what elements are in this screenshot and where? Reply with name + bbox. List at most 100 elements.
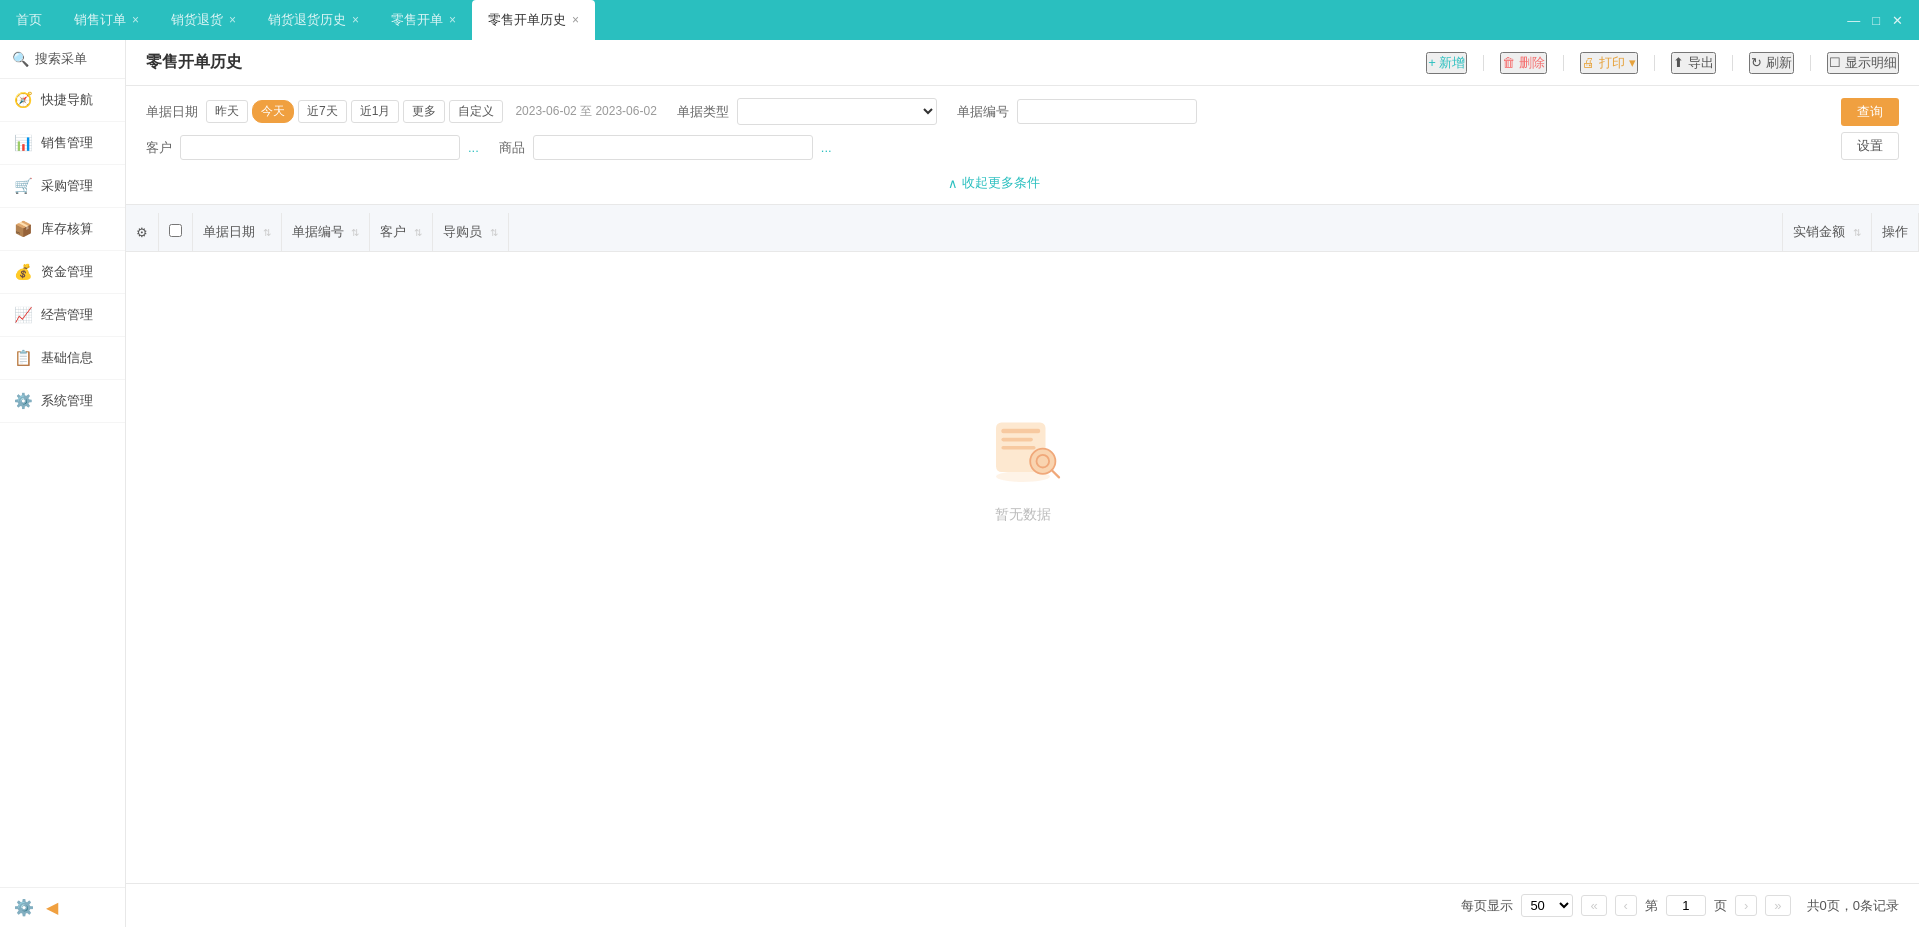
goods-ellipsis-btn[interactable]: ...	[821, 140, 832, 155]
th-checkbox[interactable]	[159, 213, 193, 252]
page-size-select[interactable]: 20 50 100	[1521, 894, 1573, 917]
customer-label: 客户	[146, 139, 172, 157]
th-amount[interactable]: 实销金额 ⇅	[1783, 213, 1872, 252]
svg-line-7	[1051, 470, 1058, 477]
th-customer[interactable]: 客户 ⇅	[370, 213, 433, 252]
sidebar-item-basic[interactable]: 📋 基础信息	[0, 337, 125, 380]
prev-page-btn[interactable]: ‹	[1615, 895, 1637, 916]
tab-return[interactable]: 销货退货 ×	[155, 0, 252, 40]
sidebar-item-sales[interactable]: 📊 销售管理	[0, 122, 125, 165]
customer-input[interactable]	[180, 135, 460, 160]
last-page-btn[interactable]: »	[1765, 895, 1790, 916]
sidebar-item-purchase-label: 采购管理	[41, 177, 93, 195]
tab-retail-history-label: 零售开单历史	[488, 11, 566, 29]
divider3	[1654, 55, 1655, 71]
sidebar-nav: 🧭 快捷导航 📊 销售管理 🛒 采购管理 📦 库存核算 💰 资金管理 📈	[0, 79, 125, 887]
divider2	[1563, 55, 1564, 71]
tab-retail-history-close[interactable]: ×	[572, 13, 579, 27]
top-tabbar: 首页 销售订单 × 销货退货 × 销货退货历史 × 零售开单 × 零售开单历史 …	[0, 0, 1919, 40]
settings-bottom-icon[interactable]: ⚙️	[14, 898, 34, 917]
query-button[interactable]: 查询	[1841, 98, 1899, 126]
date-btn-custom[interactable]: 自定义	[449, 100, 503, 123]
print-button[interactable]: 🖨 打印 ▾	[1580, 52, 1638, 74]
tab-return-history-close[interactable]: ×	[352, 13, 359, 27]
first-page-btn[interactable]: «	[1581, 895, 1606, 916]
th-action-label: 操作	[1882, 224, 1908, 239]
tab-sales-order[interactable]: 销售订单 ×	[58, 0, 155, 40]
sidebar-item-purchase[interactable]: 🛒 采购管理	[0, 165, 125, 208]
goods-input[interactable]	[533, 135, 813, 160]
sidebar-item-operation-label: 经营管理	[41, 306, 93, 324]
collapse-sidebar-icon[interactable]: ◀	[46, 898, 58, 917]
refresh-icon: ↻	[1751, 55, 1762, 70]
date-btn-today[interactable]: 今天	[252, 100, 294, 123]
svg-rect-3	[1001, 438, 1033, 442]
date-btn-1month[interactable]: 近1月	[351, 100, 400, 123]
filter-actions: 查询 设置	[1841, 98, 1899, 160]
filter-settings-button[interactable]: 设置	[1841, 132, 1899, 160]
sort-guide-icon[interactable]: ⇅	[490, 227, 498, 238]
checkbox-icon: ☐	[1829, 55, 1841, 70]
th-guide[interactable]: 导购员 ⇅	[432, 213, 508, 252]
th-date[interactable]: 单据日期 ⇅	[193, 213, 282, 252]
minimize-btn[interactable]: —	[1847, 13, 1860, 28]
date-btn-7days[interactable]: 近7天	[298, 100, 347, 123]
filter-order-no: 单据编号	[957, 99, 1197, 124]
goods-label: 商品	[499, 139, 525, 157]
refresh-button[interactable]: ↻ 刷新	[1749, 52, 1794, 74]
sort-order-no-icon[interactable]: ⇅	[351, 227, 359, 238]
svg-rect-2	[1001, 429, 1040, 434]
tab-retail-history[interactable]: 零售开单历史 ×	[472, 0, 595, 40]
sidebar-item-system[interactable]: ⚙️ 系统管理	[0, 380, 125, 423]
sidebar-search[interactable]: 🔍 搜索采单	[0, 40, 125, 79]
sidebar-item-system-label: 系统管理	[41, 392, 93, 410]
divider1	[1483, 55, 1484, 71]
next-page-btn[interactable]: ›	[1735, 895, 1757, 916]
tab-sales-order-close[interactable]: ×	[132, 13, 139, 27]
close-btn[interactable]: ✕	[1892, 13, 1903, 28]
date-btn-yesterday[interactable]: 昨天	[206, 100, 248, 123]
sidebar-item-inventory[interactable]: 📦 库存核算	[0, 208, 125, 251]
customer-ellipsis-btn[interactable]: ...	[468, 140, 479, 155]
collapse-filter-btn[interactable]: ∧ 收起更多条件	[146, 170, 1841, 196]
th-settings[interactable]: ⚙	[126, 213, 159, 252]
page-input[interactable]	[1666, 895, 1706, 916]
page-unit: 页	[1714, 897, 1727, 915]
print-icon: 🖨	[1582, 55, 1595, 70]
th-date-label: 单据日期	[203, 224, 255, 239]
date-btn-more[interactable]: 更多	[403, 100, 445, 123]
add-button[interactable]: + 新增	[1426, 52, 1467, 74]
sidebar-bottom: ⚙️ ◀	[0, 887, 125, 927]
delete-button[interactable]: 🗑 删除	[1500, 52, 1547, 74]
sidebar-item-finance[interactable]: 💰 资金管理	[0, 251, 125, 294]
tab-return-history[interactable]: 销货退货历史 ×	[252, 0, 375, 40]
display-detail-label: 显示明细	[1845, 54, 1897, 72]
sort-amount-icon[interactable]: ⇅	[1853, 227, 1861, 238]
divider5	[1810, 55, 1811, 71]
th-order-no[interactable]: 单据编号 ⇅	[281, 213, 370, 252]
sidebar-item-quicknav[interactable]: 🧭 快捷导航	[0, 79, 125, 122]
sort-customer-icon[interactable]: ⇅	[414, 227, 422, 238]
gear-icon[interactable]: ⚙	[136, 225, 148, 240]
sidebar-item-operation[interactable]: 📈 经营管理	[0, 294, 125, 337]
content-area: 零售开单历史 + 新增 🗑 删除 🖨 打印 ▾ ⬆ 导出 ↻	[126, 40, 1919, 927]
purchase-icon: 🛒	[14, 177, 33, 195]
tab-return-close[interactable]: ×	[229, 13, 236, 27]
tab-retail-order-close[interactable]: ×	[449, 13, 456, 27]
select-all-checkbox[interactable]	[169, 224, 182, 237]
tab-retail-order[interactable]: 零售开单 ×	[375, 0, 472, 40]
svg-rect-4	[1001, 446, 1035, 450]
order-type-select[interactable]	[737, 98, 937, 125]
refresh-label: 刷新	[1766, 54, 1792, 72]
tab-sales-order-label: 销售订单	[74, 11, 126, 29]
export-button[interactable]: ⬆ 导出	[1671, 52, 1716, 74]
sidebar-item-sales-label: 销售管理	[41, 134, 93, 152]
sort-date-icon[interactable]: ⇅	[263, 227, 271, 238]
print-label: 打印	[1599, 54, 1625, 72]
display-detail-button[interactable]: ☐ 显示明细	[1827, 52, 1899, 74]
table-area: ⚙ 单据日期 ⇅ 单据编号 ⇅	[126, 213, 1919, 883]
order-no-input[interactable]	[1017, 99, 1197, 124]
toolbar: + 新增 🗑 删除 🖨 打印 ▾ ⬆ 导出 ↻ 刷新	[1426, 52, 1899, 74]
maximize-btn[interactable]: □	[1872, 13, 1880, 28]
tab-home[interactable]: 首页	[0, 0, 58, 40]
